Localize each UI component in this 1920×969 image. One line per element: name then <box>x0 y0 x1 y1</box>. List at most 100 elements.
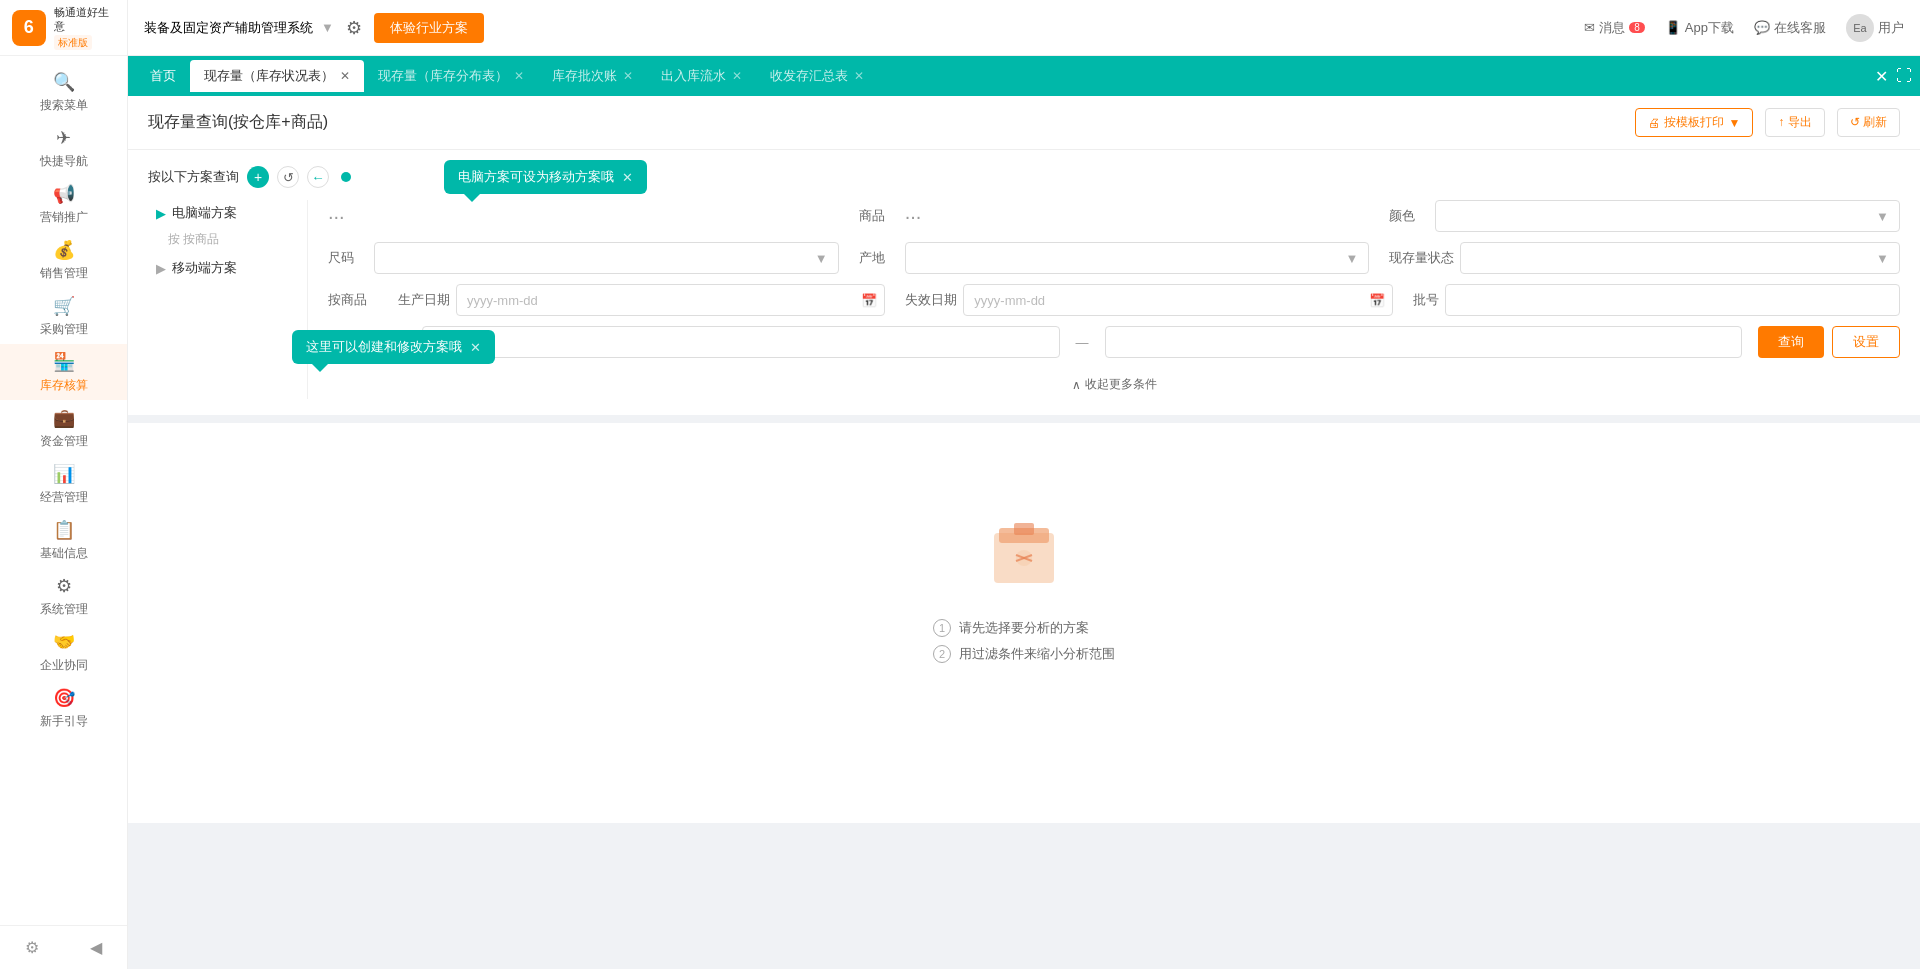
system-dropdown-icon: ▼ <box>321 20 334 35</box>
tab-end-actions: ✕ ⛶ <box>1875 67 1912 86</box>
page-header: 现存量查询(按仓库+商品) 🖨 按模板打印 ▼ ↑ 导出 ↺ 刷新 <box>128 96 1920 150</box>
tab-close-collection-summary[interactable]: ✕ <box>854 69 864 83</box>
topbar-settings-icon[interactable]: ⚙ <box>346 17 362 39</box>
create-tooltip: 这里可以创建和修改方案哦 ✕ <box>292 330 495 364</box>
batch-input[interactable] <box>1445 284 1900 316</box>
reset-btn[interactable]: 设置 <box>1832 326 1900 358</box>
filter-label-batch: 批号 <box>1413 291 1439 309</box>
footer-settings-btn[interactable]: ⚙ <box>25 938 39 957</box>
stock-status-select-arrow: ▼ <box>1876 251 1889 266</box>
filter-dots-product[interactable]: ··· <box>905 205 1370 228</box>
filter-field-color: 颜色 ▼ <box>1389 200 1900 232</box>
filter-select-size[interactable]: ▼ <box>374 242 839 274</box>
filter-field-exp-date: 失效日期 📅 <box>905 284 1392 316</box>
filter-select-stock-status[interactable]: ▼ <box>1460 242 1900 274</box>
sidebar-item-enterprise[interactable]: 🤝 企业协同 <box>0 624 127 680</box>
tip-text-1: 请先选择要分析的方案 <box>959 619 1089 637</box>
filter-refresh-btn[interactable]: ↺ <box>277 166 299 188</box>
filter-label-color: 颜色 <box>1389 207 1429 225</box>
filter-field-prod-date: 生产日期 📅 <box>398 284 885 316</box>
sidebar-item-purchase[interactable]: 🛒 采购管理 <box>0 288 127 344</box>
scheme-item-mobile[interactable]: ▶ 移动端方案 <box>148 255 295 281</box>
exp-date-icon[interactable]: 📅 <box>1369 293 1385 308</box>
filter-select-origin[interactable]: ▼ <box>905 242 1370 274</box>
create-tooltip-close[interactable]: ✕ <box>470 340 481 355</box>
sidebar-item-marketing[interactable]: 📢 营销推广 <box>0 176 127 232</box>
tab-close-all-btn[interactable]: ✕ <box>1875 67 1888 86</box>
support-icon: 💬 <box>1754 20 1770 35</box>
stock-max-input[interactable] <box>1105 326 1743 358</box>
tab-inventory-status[interactable]: 现存量（库存状况表） ✕ <box>190 60 364 92</box>
tip-text-2: 用过滤条件来缩小分析范围 <box>959 645 1115 663</box>
filter-label-stock-status: 现存量状态 <box>1389 249 1454 267</box>
exp-date-input[interactable] <box>963 284 1392 316</box>
tab-close-in-out-flow[interactable]: ✕ <box>732 69 742 83</box>
message-btn[interactable]: ✉ 消息 8 <box>1584 19 1645 37</box>
user-menu[interactable]: Ea 用户 <box>1846 14 1904 42</box>
filter-action-btns: 查询 设置 <box>1758 326 1900 358</box>
sidebar-item-search[interactable]: 🔍 搜索菜单 <box>0 64 127 120</box>
filter-field-product: 商品 ··· <box>859 200 1370 232</box>
sidebar-item-quick[interactable]: ✈ 快捷导航 <box>0 120 127 176</box>
scheme-tooltip-close[interactable]: ✕ <box>622 170 633 185</box>
collapse-icon: ∧ <box>1072 378 1081 392</box>
size-select-arrow: ▼ <box>815 251 828 266</box>
scheme-tooltip: 电脑方案可设为移动方案哦 ✕ <box>444 160 647 194</box>
logo-text: 畅通道好生意 标准版 <box>54 5 115 51</box>
print-icon: 🖨 <box>1648 116 1660 130</box>
sidebar-item-base[interactable]: 📋 基础信息 <box>0 512 127 568</box>
sidebar-item-operations[interactable]: 📊 经营管理 <box>0 456 127 512</box>
prod-date-input[interactable] <box>456 284 885 316</box>
app-download-btn[interactable]: 📱 App下载 <box>1665 19 1734 37</box>
tab-fullscreen-btn[interactable]: ⛶ <box>1896 67 1912 86</box>
tab-batch-ledger[interactable]: 库存批次账 ✕ <box>538 60 647 92</box>
base-icon: 📋 <box>53 519 75 541</box>
prod-date-icon[interactable]: 📅 <box>861 293 877 308</box>
tab-close-batch-ledger[interactable]: ✕ <box>623 69 633 83</box>
empty-state: 1 请先选择要分析的方案 2 用过滤条件来缩小分析范围 <box>128 423 1920 743</box>
search-btn[interactable]: 查询 <box>1758 326 1824 358</box>
tab-close-inventory-dist[interactable]: ✕ <box>514 69 524 83</box>
filter-dots-warehouse[interactable]: ··· <box>328 205 345 228</box>
exp-date-wrap: 📅 <box>963 284 1392 316</box>
origin-select-arrow: ▼ <box>1345 251 1358 266</box>
tab-collection-summary[interactable]: 收发存汇总表 ✕ <box>756 60 878 92</box>
filter-add-btn[interactable]: + <box>247 166 269 188</box>
sidebar-item-guide[interactable]: 🎯 新手引导 <box>0 680 127 736</box>
filter-select-color[interactable]: ▼ <box>1435 200 1900 232</box>
tab-in-out-flow[interactable]: 出入库流水 ✕ <box>647 60 756 92</box>
purchase-icon: 🛒 <box>53 295 75 317</box>
tab-inventory-dist[interactable]: 现存量（库存分布表） ✕ <box>364 60 538 92</box>
refresh-btn[interactable]: ↺ 刷新 <box>1837 108 1900 137</box>
operations-icon: 📊 <box>53 463 75 485</box>
system-select[interactable]: 装备及固定资产辅助管理系统 ▼ <box>144 19 334 37</box>
sales-icon: 💰 <box>53 239 75 261</box>
collapse-btn[interactable]: ∧ 收起更多条件 <box>328 370 1900 399</box>
print-btn[interactable]: 🖨 按模板打印 ▼ <box>1635 108 1753 137</box>
stock-range-separator: — <box>1076 335 1089 350</box>
sidebar-item-sales[interactable]: 💰 销售管理 <box>0 232 127 288</box>
sidebar-item-inventory[interactable]: 🏪 库存核算 <box>0 344 127 400</box>
empty-tip-1: 1 请先选择要分析的方案 <box>933 619 1115 637</box>
stock-min-input[interactable] <box>422 326 1060 358</box>
dot-indicator <box>341 172 351 182</box>
tab-home[interactable]: 首页 <box>136 60 190 92</box>
topbar-left: 装备及固定资产辅助管理系统 ▼ ⚙ 体验行业方案 <box>144 13 484 43</box>
filter-arrow-btn[interactable]: ← <box>307 166 329 188</box>
industry-btn[interactable]: 体验行业方案 <box>374 13 484 43</box>
finance-icon: 💼 <box>53 407 75 429</box>
sidebar-item-finance[interactable]: 💼 资金管理 <box>0 400 127 456</box>
online-support-btn[interactable]: 💬 在线客服 <box>1754 19 1826 37</box>
footer-collapse-btn[interactable]: ◀ <box>90 938 102 957</box>
filter-field-batch: 批号 <box>1413 284 1900 316</box>
sidebar-item-system[interactable]: ⚙ 系统管理 <box>0 568 127 624</box>
scheme-item-pc[interactable]: ▶ 电脑端方案 <box>148 200 295 226</box>
mobile-icon: 📱 <box>1665 20 1681 35</box>
quick-icon: ✈ <box>56 127 71 149</box>
marketing-icon: 📢 <box>53 183 75 205</box>
scheme-sub-warehouse[interactable]: 按 按商品 <box>168 228 295 251</box>
filter-label-product: 商品 <box>859 207 899 225</box>
export-btn[interactable]: ↑ 导出 <box>1765 108 1824 137</box>
tab-close-inventory-status[interactable]: ✕ <box>340 69 350 83</box>
empty-tips: 1 请先选择要分析的方案 2 用过滤条件来缩小分析范围 <box>933 619 1115 663</box>
